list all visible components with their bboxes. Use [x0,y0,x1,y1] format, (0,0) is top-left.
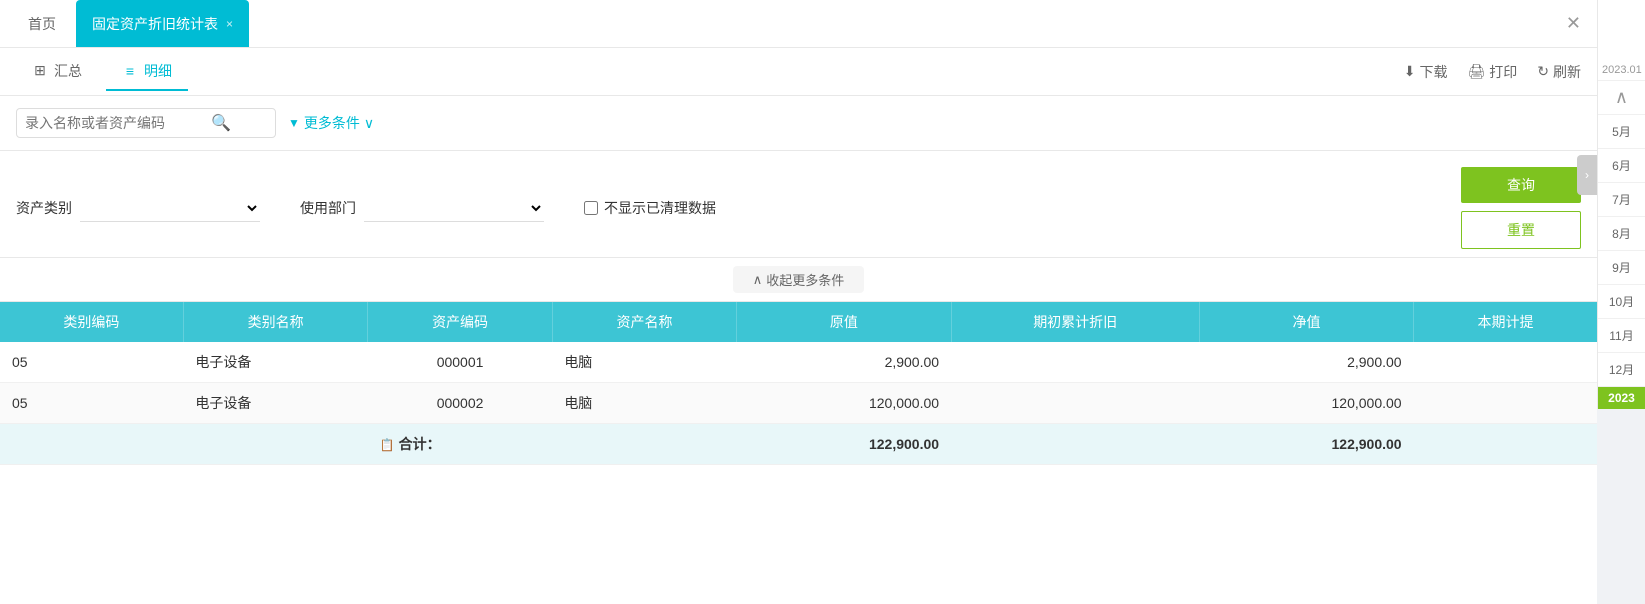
sidebar-month-9[interactable]: 9月 [1598,251,1645,285]
tab-bar: ⊞ 汇总 ≡ 明细 ⬇ 下载 🖨 打印 ↻ 刷新 [0,48,1597,96]
sidebar-collapse-button[interactable]: › [1577,155,1597,195]
more-conditions-label: 更多条件 [304,113,360,133]
total-cell-1 [0,424,183,465]
search-area: 🔍 ▼ 更多条件 ∨ [0,96,1597,151]
filter-extended: 资产类别 使用部门 不显示已清理数据 查询 重置 [0,151,1597,258]
department-field: 使用部门 [300,195,544,222]
search-input[interactable] [25,115,205,131]
cell-accumulated-depreciation [951,342,1199,383]
tab-close-icon[interactable]: × [226,17,233,31]
data-table-container: 类别编码 类别名称 资产编码 资产名称 原值 期初累计折旧 净值 本期计提 05… [0,302,1597,604]
download-button[interactable]: ⬇ 下载 [1404,62,1448,82]
collapse-more-section: ∧ 收起更多条件 [0,258,1597,302]
total-net-value: 122,900.00 [1199,424,1413,465]
cell-net-value: 2,900.00 [1199,342,1413,383]
col-header-asset-name: 资产名称 [552,302,736,342]
query-button[interactable]: 查询 [1461,167,1581,203]
asset-category-select[interactable] [80,195,260,222]
detail-icon: ≡ [122,63,138,79]
cell-original-value: 120,000.00 [737,383,951,424]
sidebar-nav-up[interactable]: ∧ [1598,81,1645,115]
download-label: 下载 [1419,62,1447,82]
tab-summary-label: 汇总 [54,61,82,81]
refresh-label: 刷新 [1553,62,1581,82]
search-input-wrap[interactable]: 🔍 [16,108,276,138]
cell-asset-code: 000002 [368,383,552,424]
col-header-net-value: 净值 [1199,302,1413,342]
tab-title: 固定资产折旧统计表 [92,14,218,34]
cell-net-value: 120,000.00 [1199,383,1413,424]
table-row: 05 电子设备 000002 电脑 120,000.00 120,000.00 [0,383,1597,424]
top-nav: 首页 固定资产折旧统计表 × ✕ [0,0,1597,48]
asset-category-field: 资产类别 [16,195,260,222]
print-button[interactable]: 🖨 打印 [1467,62,1517,82]
search-icon[interactable]: 🔍 [211,113,231,133]
col-header-current-period: 本期计提 [1414,302,1597,342]
cell-category-code: 05 [0,383,183,424]
print-icon: 🖨 [1467,63,1485,80]
total-original-value: 122,900.00 [737,424,951,465]
total-current-period [1414,424,1597,465]
home-nav[interactable]: 首页 [16,6,68,42]
asset-category-label: 资产类别 [16,198,72,218]
sidebar-year[interactable]: 2023 [1598,387,1645,409]
hide-cleared-label: 不显示已清理数据 [604,198,716,218]
total-row: 📋 合计： 122,900.00 122,900.00 [0,424,1597,465]
collapse-up-icon: ∧ [753,272,763,288]
window-close-button[interactable]: ✕ [1566,13,1581,34]
chevron-down-icon: ∨ [364,115,374,132]
total-label: 📋 合计： [368,424,737,465]
right-sidebar-wrapper: › 2023.01 ∧ 5月 6月 7月 8月 9月 10月 11月 12月 2… [1597,0,1645,604]
tab-summary[interactable]: ⊞ 汇总 [16,53,98,91]
sidebar-month-7[interactable]: 7月 [1598,183,1645,217]
download-icon: ⬇ [1404,63,1416,80]
tab-detail-label: 明细 [144,61,172,81]
hide-cleared-wrap[interactable]: 不显示已清理数据 [584,198,716,218]
summary-icon: ⊞ [32,63,48,79]
cell-asset-name: 电脑 [552,383,736,424]
cell-category-name: 电子设备 [183,342,367,383]
cell-category-code: 05 [0,342,183,383]
cell-current-period [1414,342,1597,383]
col-header-accumulated-depreciation: 期初累计折旧 [951,302,1199,342]
cell-accumulated-depreciation [951,383,1199,424]
toolbar-actions: ⬇ 下载 🖨 打印 ↻ 刷新 [1404,62,1581,82]
cell-original-value: 2,900.00 [737,342,951,383]
active-tab[interactable]: 固定资产折旧统计表 × [76,0,249,47]
filter-icon: ▼ [288,116,300,130]
sidebar-month-8[interactable]: 8月 [1598,217,1645,251]
cell-category-name: 电子设备 [183,383,367,424]
sidebar-month-11[interactable]: 11月 [1598,319,1645,353]
department-select[interactable] [364,195,544,222]
table-row: 05 电子设备 000001 电脑 2,900.00 2,900.00 [0,342,1597,383]
reset-button[interactable]: 重置 [1461,211,1581,249]
hide-cleared-checkbox[interactable] [584,201,598,215]
collapse-more-label: 收起更多条件 [766,270,844,289]
col-header-original-value: 原值 [737,302,951,342]
col-header-category-name: 类别名称 [183,302,367,342]
col-header-asset-code: 资产编码 [368,302,552,342]
data-table: 类别编码 类别名称 资产编码 资产名称 原值 期初累计折旧 净值 本期计提 05… [0,302,1597,465]
refresh-button[interactable]: ↻ 刷新 [1537,62,1581,82]
total-cell-2 [183,424,367,465]
sidebar-month-6[interactable]: 6月 [1598,149,1645,183]
cell-current-period [1414,383,1597,424]
sidebar-date-display: 2023.01 [1598,60,1645,81]
sidebar-month-10[interactable]: 10月 [1598,285,1645,319]
filter-buttons: 查询 重置 [1461,167,1581,249]
sidebar-month-5[interactable]: 5月 [1598,115,1645,149]
total-accumulated-depreciation [951,424,1199,465]
collapse-more-button[interactable]: ∧ 收起更多条件 [733,266,865,293]
sidebar-month-12[interactable]: 12月 [1598,353,1645,387]
more-conditions-button[interactable]: ▼ 更多条件 ∨ [288,113,374,133]
right-sidebar: 2023.01 ∧ 5月 6月 7月 8月 9月 10月 11月 12月 202… [1597,0,1645,409]
cell-asset-name: 电脑 [552,342,736,383]
department-label: 使用部门 [300,198,356,218]
col-header-category-code: 类别编码 [0,302,183,342]
print-label: 打印 [1489,62,1517,82]
refresh-icon: ↻ [1537,63,1549,80]
cell-asset-code: 000001 [368,342,552,383]
tab-detail[interactable]: ≡ 明细 [106,53,188,91]
